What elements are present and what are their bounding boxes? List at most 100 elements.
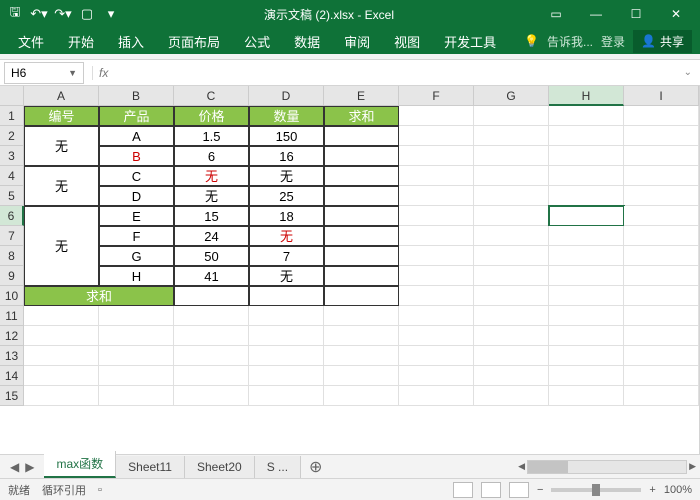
cell-D4[interactable]: 无 [249, 166, 324, 186]
cell-C6[interactable]: 15 [174, 206, 249, 226]
col-header-G[interactable]: G [474, 86, 549, 106]
cell-B5[interactable]: D [99, 186, 174, 206]
cell-G2[interactable] [474, 126, 549, 146]
cell-E5[interactable] [324, 186, 399, 206]
row-header-11[interactable]: 11 [0, 306, 24, 326]
row-header-14[interactable]: 14 [0, 366, 24, 386]
cell-I10[interactable] [624, 286, 699, 306]
cell-B8[interactable]: G [99, 246, 174, 266]
cell-B6[interactable]: E [99, 206, 174, 226]
horizontal-scrollbar[interactable] [527, 460, 687, 474]
save-icon[interactable]: 🖫 [4, 3, 26, 25]
view-normal-icon[interactable] [453, 482, 473, 498]
tellme-text[interactable]: 告诉我... [547, 33, 593, 50]
cell-D6[interactable]: 18 [249, 206, 324, 226]
cell-B3[interactable]: B [99, 146, 174, 166]
cell-A10-B10[interactable]: 求和 [24, 286, 174, 306]
cell-D10[interactable] [249, 286, 324, 306]
cell-H7[interactable] [549, 226, 624, 246]
col-header-A[interactable]: A [24, 86, 99, 106]
redo-icon[interactable]: ↷▾ [52, 3, 74, 25]
cell-G7[interactable] [474, 226, 549, 246]
qat-dropdown-icon[interactable]: ▾ [100, 3, 122, 25]
col-header-F[interactable]: F [399, 86, 474, 106]
cell-I1[interactable] [624, 106, 699, 126]
sheet-nav-next-icon[interactable]: ▶ [25, 460, 34, 474]
cell-A1[interactable]: 编号 [24, 106, 99, 126]
add-sheet-icon[interactable]: ⊕ [301, 457, 330, 477]
cell-F1[interactable] [399, 106, 474, 126]
col-header-E[interactable]: E [324, 86, 399, 106]
cell-A2-A3[interactable]: 无 [24, 126, 99, 166]
row-header-1[interactable]: 1 [0, 106, 24, 126]
cell-G3[interactable] [474, 146, 549, 166]
cell-F4[interactable] [399, 166, 474, 186]
sheet-tab-more[interactable]: S ... [255, 456, 301, 478]
row-header-12[interactable]: 12 [0, 326, 24, 346]
tab-review[interactable]: 审阅 [334, 28, 380, 55]
cell-C4[interactable]: 无 [174, 166, 249, 186]
col-header-C[interactable]: C [174, 86, 249, 106]
cell-C9[interactable]: 41 [174, 266, 249, 286]
tab-view[interactable]: 视图 [384, 28, 430, 55]
cell-F5[interactable] [399, 186, 474, 206]
formula-bar-expand-icon[interactable]: ⌄ [676, 67, 700, 78]
share-button[interactable]: 👤 共享 [633, 30, 692, 53]
cell-G9[interactable] [474, 266, 549, 286]
sheet-tab-sheet20[interactable]: Sheet20 [185, 456, 255, 478]
cell-E8[interactable] [324, 246, 399, 266]
cell-C3[interactable]: 6 [174, 146, 249, 166]
tab-insert[interactable]: 插入 [108, 28, 154, 55]
cell-D9[interactable]: 无 [249, 266, 324, 286]
cell-E1[interactable]: 求和 [324, 106, 399, 126]
sheet-tab-sheet11[interactable]: Sheet11 [116, 456, 185, 478]
row-header-10[interactable]: 10 [0, 286, 24, 306]
tab-data[interactable]: 数据 [284, 28, 330, 55]
cell-G8[interactable] [474, 246, 549, 266]
cell-C5[interactable]: 无 [174, 186, 249, 206]
cell-B4[interactable]: C [99, 166, 174, 186]
cell-D7[interactable]: 无 [249, 226, 324, 246]
record-macro-icon[interactable]: ▫ [98, 484, 102, 496]
spreadsheet-grid[interactable]: A B C D E F G H I 1 编号 产品 价格 数量 求和 2 无 A… [0, 86, 699, 454]
cell-F8[interactable] [399, 246, 474, 266]
cell-D8[interactable]: 7 [249, 246, 324, 266]
cell-G4[interactable] [474, 166, 549, 186]
cell-H6[interactable] [549, 206, 624, 226]
cell-G1[interactable] [474, 106, 549, 126]
row-header-2[interactable]: 2 [0, 126, 24, 146]
select-all-corner[interactable] [0, 86, 24, 106]
ribbon-options-icon[interactable]: ▭ [536, 0, 576, 28]
maximize-icon[interactable]: ☐ [616, 0, 656, 28]
zoom-in-icon[interactable]: + [649, 484, 655, 496]
cell-H9[interactable] [549, 266, 624, 286]
cell-I6[interactable] [624, 206, 699, 226]
new-file-icon[interactable]: ▢ [76, 3, 98, 25]
chevron-down-icon[interactable]: ▼ [68, 68, 77, 78]
cell-E3[interactable] [324, 146, 399, 166]
cell-I5[interactable] [624, 186, 699, 206]
cell-H10[interactable] [549, 286, 624, 306]
cell-D1[interactable]: 数量 [249, 106, 324, 126]
row-header-7[interactable]: 7 [0, 226, 24, 246]
cell-C10[interactable] [174, 286, 249, 306]
cell-C2[interactable]: 1.5 [174, 126, 249, 146]
horizontal-scroll-thumb[interactable] [528, 461, 568, 473]
sheet-nav-prev-icon[interactable]: ◀ [10, 460, 19, 474]
cell-F9[interactable] [399, 266, 474, 286]
row-header-6[interactable]: 6 [0, 206, 24, 226]
col-header-D[interactable]: D [249, 86, 324, 106]
cell-I9[interactable] [624, 266, 699, 286]
cell-H5[interactable] [549, 186, 624, 206]
cell-H1[interactable] [549, 106, 624, 126]
cell-C8[interactable]: 50 [174, 246, 249, 266]
view-pagelayout-icon[interactable] [481, 482, 501, 498]
tab-pagelayout[interactable]: 页面布局 [158, 28, 230, 55]
cell-B7[interactable]: F [99, 226, 174, 246]
cell-D2[interactable]: 150 [249, 126, 324, 146]
cell-I8[interactable] [624, 246, 699, 266]
col-header-H[interactable]: H [549, 86, 624, 106]
cell-B1[interactable]: 产品 [99, 106, 174, 126]
cell-I7[interactable] [624, 226, 699, 246]
row-header-15[interactable]: 15 [0, 386, 24, 406]
